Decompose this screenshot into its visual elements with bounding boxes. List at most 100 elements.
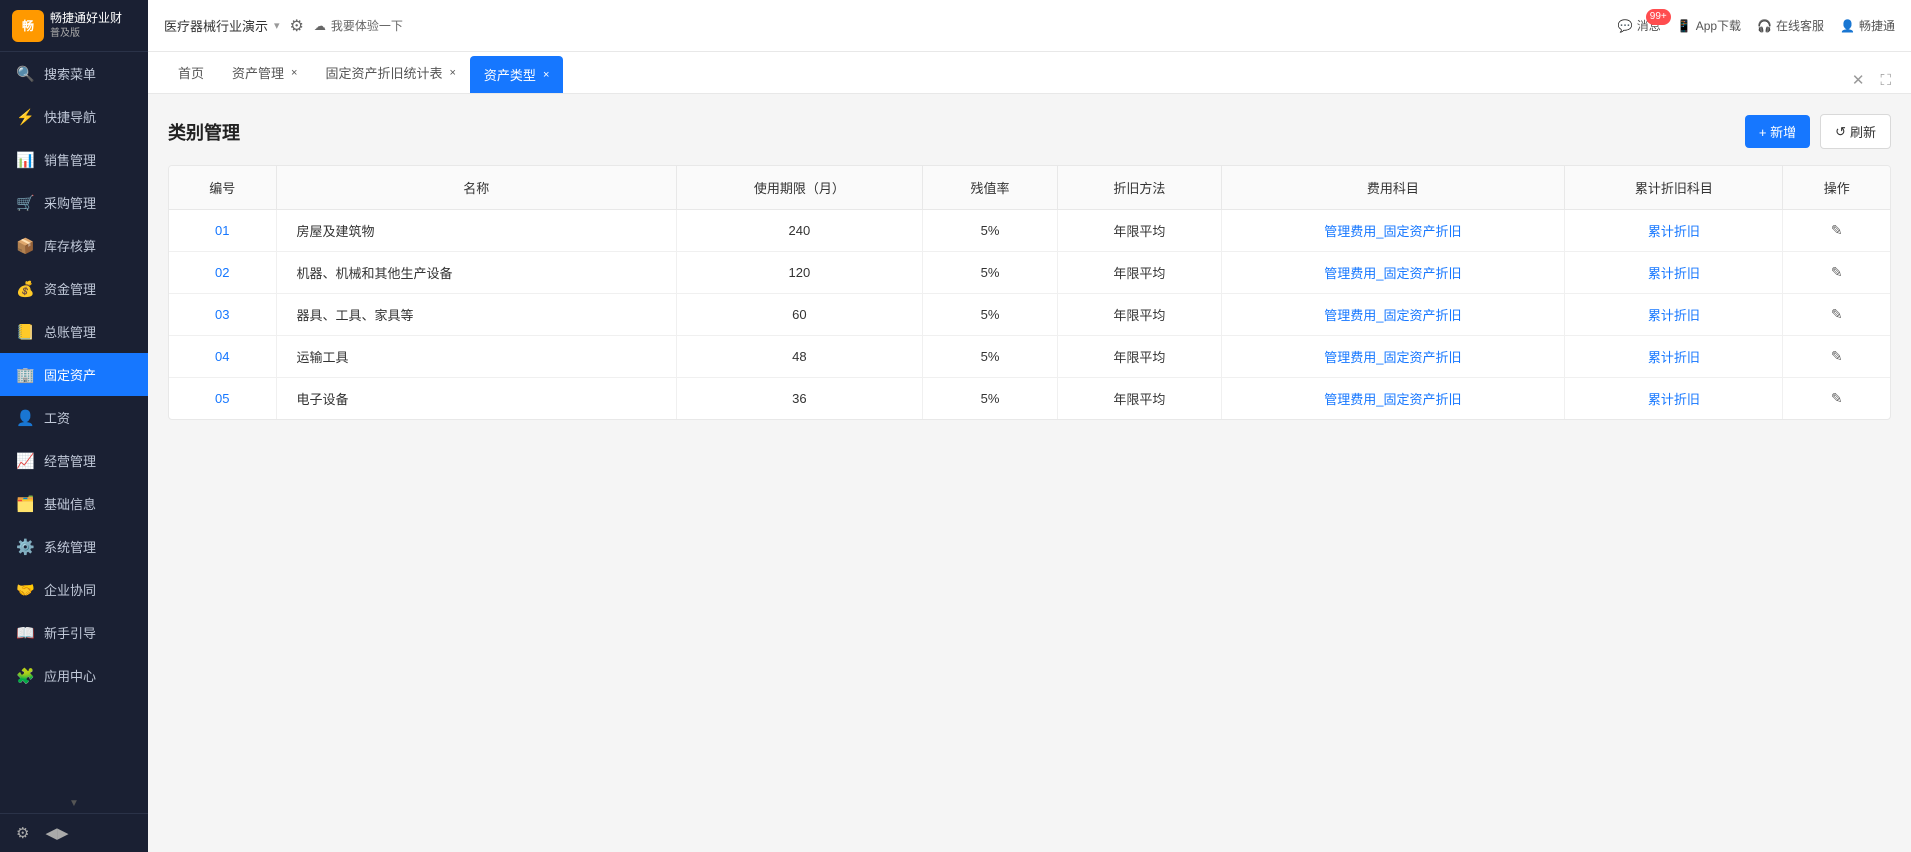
cell-r0-c0: 01 <box>169 210 276 252</box>
cell-r0-c1: 房屋及建筑物 <box>276 210 676 252</box>
tab-0[interactable]: 首页 <box>164 54 218 93</box>
sidebar-icon-1: ⚡ <box>16 108 34 126</box>
cell-r2-c0: 03 <box>169 294 276 336</box>
settings-icon[interactable]: ⚙ <box>16 824 29 842</box>
tab-label-2: 固定资产折旧统计表 <box>325 63 442 82</box>
sidebar-logo: 畅 畅捷通好业财 普及版 <box>0 0 148 52</box>
page-header: 类别管理 + 新增 ↺ 刷新 <box>168 114 1891 149</box>
topbar-right: 💬 消息 99+ 📱 App下载 🎧 在线客服 👤 畅捷通 <box>1618 17 1895 34</box>
cell-r1-c7[interactable]: ✎ <box>1783 252 1890 294</box>
new-button[interactable]: + 新增 <box>1745 115 1810 148</box>
cell-r0-c5: 管理费用_固定资产折旧 <box>1221 210 1565 252</box>
cell-r3-c5: 管理费用_固定资产折旧 <box>1221 336 1565 378</box>
col-header-0: 编号 <box>169 166 276 210</box>
topbar-left: 医疗器械行业演示 ▾ ⚙ ☁ 我要体验一下 <box>164 16 403 36</box>
sidebar-label-14: 应用中心 <box>44 666 96 685</box>
sidebar-item-企业协同[interactable]: 🤝 企业协同 <box>0 568 148 611</box>
cell-r1-c5: 管理费用_固定资产折旧 <box>1221 252 1565 294</box>
sidebar-item-资金管理[interactable]: 💰 资金管理 <box>0 267 148 310</box>
sidebar-label-11: 系统管理 <box>44 537 96 556</box>
cell-r3-c3: 5% <box>922 336 1058 378</box>
topbar-settings-icon[interactable]: ⚙ <box>290 16 304 36</box>
col-header-1: 名称 <box>276 166 676 210</box>
sidebar-label-6: 总账管理 <box>44 322 96 341</box>
message-badge: 99+ <box>1646 9 1671 25</box>
user-menu-btn[interactable]: 👤 畅捷通 <box>1840 17 1895 34</box>
refresh-button[interactable]: ↺ 刷新 <box>1820 114 1891 149</box>
cell-r0-c3: 5% <box>922 210 1058 252</box>
cell-r3-c2: 48 <box>676 336 922 378</box>
sidebar-label-13: 新手引导 <box>44 623 96 642</box>
cell-r3-c1: 运输工具 <box>276 336 676 378</box>
page-actions: + 新增 ↺ 刷新 <box>1745 114 1891 149</box>
sidebar-item-系统管理[interactable]: ⚙️ 系统管理 <box>0 525 148 568</box>
tab-close-3[interactable]: × <box>543 69 549 81</box>
cell-r4-c1: 电子设备 <box>276 378 676 420</box>
sidebar-item-快捷导航[interactable]: ⚡ 快捷导航 <box>0 95 148 138</box>
cell-r1-c0: 02 <box>169 252 276 294</box>
topbar: 医疗器械行业演示 ▾ ⚙ ☁ 我要体验一下 💬 消息 99+ 📱 App下载 🎧… <box>148 0 1911 52</box>
sidebar-icon-10: 🗂️ <box>16 495 34 513</box>
col-header-7: 操作 <box>1783 166 1890 210</box>
cell-r2-c1: 器具、工具、家具等 <box>276 294 676 336</box>
sidebar-label-12: 企业协同 <box>44 580 96 599</box>
sidebar-item-经营管理[interactable]: 📈 经营管理 <box>0 439 148 482</box>
cell-r0-c2: 240 <box>676 210 922 252</box>
company-arrow-icon: ▾ <box>274 19 280 32</box>
tab-label-0: 首页 <box>178 63 204 82</box>
table-row: 04运输工具485%年限平均管理费用_固定资产折旧累计折旧✎ <box>169 336 1890 378</box>
refresh-icon: ↺ <box>1835 124 1846 140</box>
tab-3[interactable]: 资产类型× <box>470 56 563 93</box>
logo-text: 畅捷通好业财 普及版 <box>50 11 122 40</box>
sidebar-item-总账管理[interactable]: 📒 总账管理 <box>0 310 148 353</box>
tab-expand-icon[interactable]: ⛶ <box>1876 68 1895 93</box>
experience-btn[interactable]: ☁ 我要体验一下 <box>314 17 403 34</box>
sidebar-item-搜索菜单[interactable]: 🔍 搜索菜单 <box>0 52 148 95</box>
sidebar-item-工资[interactable]: 👤 工资 <box>0 396 148 439</box>
sidebar-icon-11: ⚙️ <box>16 538 34 556</box>
cell-r2-c7[interactable]: ✎ <box>1783 294 1890 336</box>
sidebar-icon-0: 🔍 <box>16 65 34 83</box>
sidebar-label-7: 固定资产 <box>44 365 96 384</box>
sidebar-item-销售管理[interactable]: 📊 销售管理 <box>0 138 148 181</box>
sidebar-icon-12: 🤝 <box>16 581 34 599</box>
sidebar-scroll-indicator[interactable]: ▼ <box>69 798 79 809</box>
online-service-btn[interactable]: 🎧 在线客服 <box>1757 17 1824 34</box>
sidebar-label-8: 工资 <box>44 408 70 427</box>
sidebar-item-固定资产[interactable]: 🏢 固定资产 <box>0 353 148 396</box>
tab-close-1[interactable]: × <box>291 67 297 79</box>
sidebar-label-9: 经营管理 <box>44 451 96 470</box>
col-header-3: 残值率 <box>922 166 1058 210</box>
cell-r1-c1: 机器、机械和其他生产设备 <box>276 252 676 294</box>
tab-close-icon[interactable]: ✕ <box>1848 67 1869 93</box>
cell-r2-c3: 5% <box>922 294 1058 336</box>
sidebar-icon-5: 💰 <box>16 280 34 298</box>
cell-r4-c5: 管理费用_固定资产折旧 <box>1221 378 1565 420</box>
cell-r2-c4: 年限平均 <box>1058 294 1221 336</box>
tab-close-2[interactable]: × <box>449 67 455 79</box>
cell-r3-c0: 04 <box>169 336 276 378</box>
sidebar-icon-6: 📒 <box>16 323 34 341</box>
company-selector[interactable]: 医疗器械行业演示 ▾ <box>164 16 280 35</box>
cell-r4-c6: 累计折旧 <box>1565 378 1783 420</box>
cell-r4-c7[interactable]: ✎ <box>1783 378 1890 420</box>
app-download-btn[interactable]: 📱 App下载 <box>1677 17 1741 34</box>
sidebar-item-基础信息[interactable]: 🗂️ 基础信息 <box>0 482 148 525</box>
cell-r4-c4: 年限平均 <box>1058 378 1221 420</box>
sidebar-icon-3: 🛒 <box>16 194 34 212</box>
cell-r3-c7[interactable]: ✎ <box>1783 336 1890 378</box>
sidebar-icon-2: 📊 <box>16 151 34 169</box>
message-icon: 💬 <box>1618 19 1633 33</box>
sidebar-item-新手引导[interactable]: 📖 新手引导 <box>0 611 148 654</box>
message-btn[interactable]: 💬 消息 99+ <box>1618 17 1661 34</box>
cell-r0-c6: 累计折旧 <box>1565 210 1783 252</box>
cell-r4-c3: 5% <box>922 378 1058 420</box>
tab-2[interactable]: 固定资产折旧统计表 × <box>311 54 469 93</box>
tab-1[interactable]: 资产管理× <box>218 54 311 93</box>
sidebar-item-应用中心[interactable]: 🧩 应用中心 <box>0 654 148 697</box>
sidebar-item-库存核算[interactable]: 📦 库存核算 <box>0 224 148 267</box>
collapse-icon[interactable]: ◀▶ <box>45 824 68 842</box>
sidebar-item-采购管理[interactable]: 🛒 采购管理 <box>0 181 148 224</box>
sidebar: 畅 畅捷通好业财 普及版 🔍 搜索菜单 ⚡ 快捷导航 📊 销售管理 🛒 采购管理… <box>0 0 148 852</box>
cell-r0-c7[interactable]: ✎ <box>1783 210 1890 252</box>
